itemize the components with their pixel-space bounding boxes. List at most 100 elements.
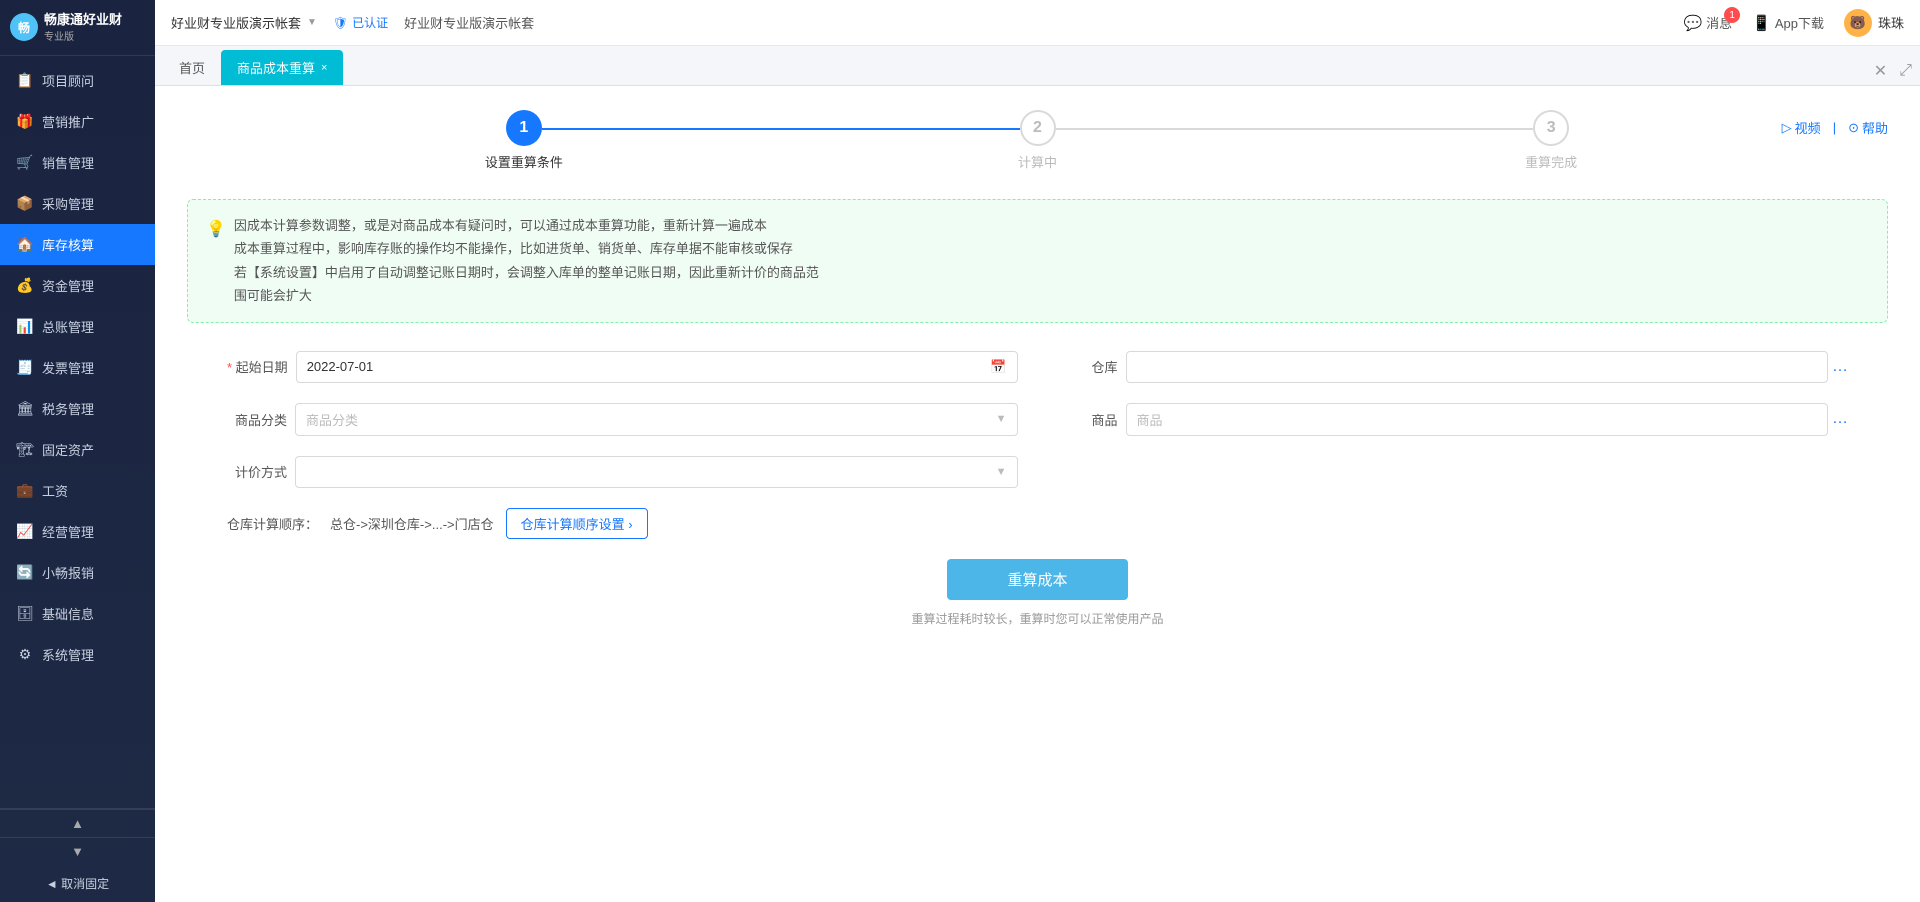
video-link[interactable]: ▷ 视频 xyxy=(1782,118,1821,137)
step-2-circle: 2 xyxy=(1020,110,1056,146)
sidebar-item-kucun[interactable]: 🏠库存核算 xyxy=(0,224,155,265)
warehouse-order-btn-label: 仓库计算顺序设置 › xyxy=(521,514,633,533)
info-line-4: 围可能会扩大 xyxy=(234,284,819,307)
form-row-2: 商品分类 商品分类 ▼ 商品 商品 … xyxy=(227,403,1848,436)
tab-home[interactable]: 首页 xyxy=(163,50,221,85)
sidebar-item-gudingzichan[interactable]: 🏗固定资产 xyxy=(0,429,155,470)
sidebar-item-fapiao[interactable]: 🧾发票管理 xyxy=(0,347,155,388)
step-3-circle: 3 xyxy=(1533,110,1569,146)
sidebar-item-caigou[interactable]: 📦 采购管理 xyxy=(0,183,155,224)
sidebar-item-label-jichu: 基础信息 xyxy=(42,604,94,623)
kucun-icon: 🏠 xyxy=(16,235,34,253)
sidebar-item-gongzi[interactable]: 💼工资 xyxy=(0,470,155,511)
steps-help: ▷ 视频 | ⊙ 帮助 xyxy=(1782,118,1888,137)
sidebar-cancel-fixed[interactable]: ◄ 取消固定 xyxy=(0,865,155,902)
app-name: 畅康通好业财 xyxy=(44,12,122,28)
info-text: 因成本计算参数调整，或是对商品成本有疑问时，可以通过成本重算功能，重新计算一遍成… xyxy=(234,214,819,308)
sidebar-scroll-up[interactable]: ▲ xyxy=(0,809,155,837)
sidebar-item-label-gongzi: 工资 xyxy=(42,481,68,500)
messages-badge: 1 xyxy=(1724,7,1740,23)
info-line-2: 成本重算过程中，影响库存账的操作均不能操作，比如进货单、销货单、库存单据不能审核… xyxy=(234,237,819,260)
compute-label: 重算成本 xyxy=(1007,572,1067,589)
goods-placeholder: 商品 xyxy=(1137,410,1163,429)
jichu-icon: 🗄 xyxy=(16,604,34,622)
sidebar-item-jichu[interactable]: 🗄 基础信息 xyxy=(0,593,155,634)
main: 好业财专业版演示帐套 ▼ 🛡 已认证 好业财专业版演示帐套 💬 消息 1 📱 A… xyxy=(155,0,1920,902)
sidebar-item-label-xiaochang: 小畅报销 xyxy=(42,563,94,582)
info-line-3: 若【系统设置】中启用了自动调整记账日期时，会调整入库单的整单记账日期，因此重新计… xyxy=(234,261,819,284)
zijin-icon: 💰 xyxy=(16,276,34,294)
step-1-label: 设置重算条件 xyxy=(485,152,563,171)
user-avatar-button[interactable]: 🐻 珠珠 xyxy=(1844,9,1904,37)
warehouse-order-value: 总仓->深圳仓库->...->门店仓 xyxy=(330,514,494,533)
account-full-name: 好业财专业版演示帐套 xyxy=(404,13,534,32)
goods-more-btn[interactable]: … xyxy=(1832,410,1848,428)
messages-button[interactable]: 💬 消息 1 xyxy=(1683,13,1732,32)
sidebar-item-jingying[interactable]: 📈 经营管理 xyxy=(0,511,155,552)
compute-note: 重算过程耗时较长，重算时您可以正常使用产品 xyxy=(911,610,1163,627)
sidebar-item-xiaochang[interactable]: 🔄 小畅报销 xyxy=(0,552,155,593)
warehouse-more-btn[interactable]: … xyxy=(1832,358,1848,376)
step-1: 1 设置重算条件 xyxy=(267,110,781,171)
tab-close-icon[interactable]: × xyxy=(321,62,327,74)
message-icon: 💬 xyxy=(1683,14,1702,32)
sidebar-item-xiangmu[interactable]: 📋项目顾问 xyxy=(0,60,155,101)
sidebar-item-zijin[interactable]: 💰 资金管理 xyxy=(0,265,155,306)
topbar: 好业财专业版演示帐套 ▼ 🛡 已认证 好业财专业版演示帐套 💬 消息 1 📱 A… xyxy=(155,0,1920,46)
form-row-1: 起始日期 2022-07-01 📅 仓库 … xyxy=(227,351,1848,383)
step-3: 3 重算完成 xyxy=(1294,110,1808,171)
calendar-icon[interactable]: 📅 xyxy=(990,359,1006,375)
divider-help: | xyxy=(1833,118,1836,137)
category-placeholder: 商品分类 xyxy=(306,410,358,429)
sidebar-item-label-jingying: 经营管理 xyxy=(42,522,94,541)
tab-bar: 首页 商品成本重算 × ✕ ⤢ xyxy=(155,46,1920,86)
warehouse-input[interactable] xyxy=(1126,351,1829,383)
step-1-circle: 1 xyxy=(506,110,542,146)
compute-button[interactable]: 重算成本 xyxy=(947,559,1127,600)
topbar-right: 💬 消息 1 📱 App下载 🐻 珠珠 xyxy=(1683,9,1904,37)
sidebar-item-label-shuiwu: 税务管理 xyxy=(42,399,94,418)
warehouse-label: 仓库 xyxy=(1058,357,1118,376)
tab-cost-recalc[interactable]: 商品成本重算 × xyxy=(221,50,343,85)
app-download-label: App下载 xyxy=(1775,13,1824,32)
app-download-button[interactable]: 📱 App下载 xyxy=(1752,13,1824,32)
sidebar-item-label-caigou: 采购管理 xyxy=(42,194,94,213)
verified-badge: 🛡 已认证 xyxy=(333,14,388,31)
start-date-value: 2022-07-01 xyxy=(307,359,374,374)
sidebar-item-xitong[interactable]: ⚙系统管理 xyxy=(0,634,155,675)
xiangmu-icon: 📋 xyxy=(16,71,34,89)
sidebar-bottom: ▲ ▼ ◄ 取消固定 xyxy=(0,808,155,902)
xiaochang-icon: 🔄 xyxy=(16,563,34,581)
fapiao-icon: 🧾 xyxy=(16,358,34,376)
sidebar-item-xiaoshou[interactable]: 🛒销售管理 xyxy=(0,142,155,183)
sidebar-scroll-down[interactable]: ▼ xyxy=(0,837,155,865)
sidebar-item-yingxiao[interactable]: 🎁 营销推广 xyxy=(0,101,155,142)
account-dropdown-arrow: ▼ xyxy=(307,17,317,28)
sidebar-item-label-zijin: 资金管理 xyxy=(42,276,94,295)
category-select[interactable]: 商品分类 ▼ xyxy=(295,403,1018,436)
app-edition: 专业版 xyxy=(44,28,122,43)
expand-icon[interactable]: ⤢ xyxy=(1899,62,1912,80)
sidebar-item-label-yingxiao: 营销推广 xyxy=(42,112,94,131)
sidebar-item-shuiwu[interactable]: 🏛税务管理 xyxy=(0,388,155,429)
content-area: 1 设置重算条件 2 计算中 3 重算完成 ▷ 视频 | xyxy=(155,86,1920,902)
category-field: 商品分类 商品分类 ▼ xyxy=(227,403,1018,436)
account-selector[interactable]: 好业财专业版演示帐套 ▼ xyxy=(171,13,317,32)
shield-icon: 🛡 xyxy=(333,16,348,30)
goods-input[interactable]: 商品 xyxy=(1126,403,1829,436)
pricing-select[interactable]: ▼ xyxy=(295,456,1018,488)
step-2: 2 计算中 xyxy=(781,110,1295,171)
close-window-icon[interactable]: ✕ xyxy=(1874,61,1887,81)
logo-icon: 畅 xyxy=(10,13,38,41)
category-label: 商品分类 xyxy=(227,410,287,429)
jingying-icon: 📈 xyxy=(16,522,34,540)
goods-field: 商品 商品 … xyxy=(1058,403,1849,436)
start-date-input[interactable]: 2022-07-01 📅 xyxy=(296,351,1018,383)
warehouse-order-setting-button[interactable]: 仓库计算顺序设置 › xyxy=(506,508,648,539)
help-link[interactable]: ⊙ 帮助 xyxy=(1848,118,1888,137)
caigou-icon: 📦 xyxy=(16,194,34,212)
info-line-1: 因成本计算参数调整，或是对商品成本有疑问时，可以通过成本重算功能，重新计算一遍成… xyxy=(234,214,819,237)
sidebar-item-label-xitong: 系统管理 xyxy=(42,645,94,664)
sidebar-item-zongzhang[interactable]: 📊总账管理 xyxy=(0,306,155,347)
yingxiao-icon: 🎁 xyxy=(16,112,34,130)
